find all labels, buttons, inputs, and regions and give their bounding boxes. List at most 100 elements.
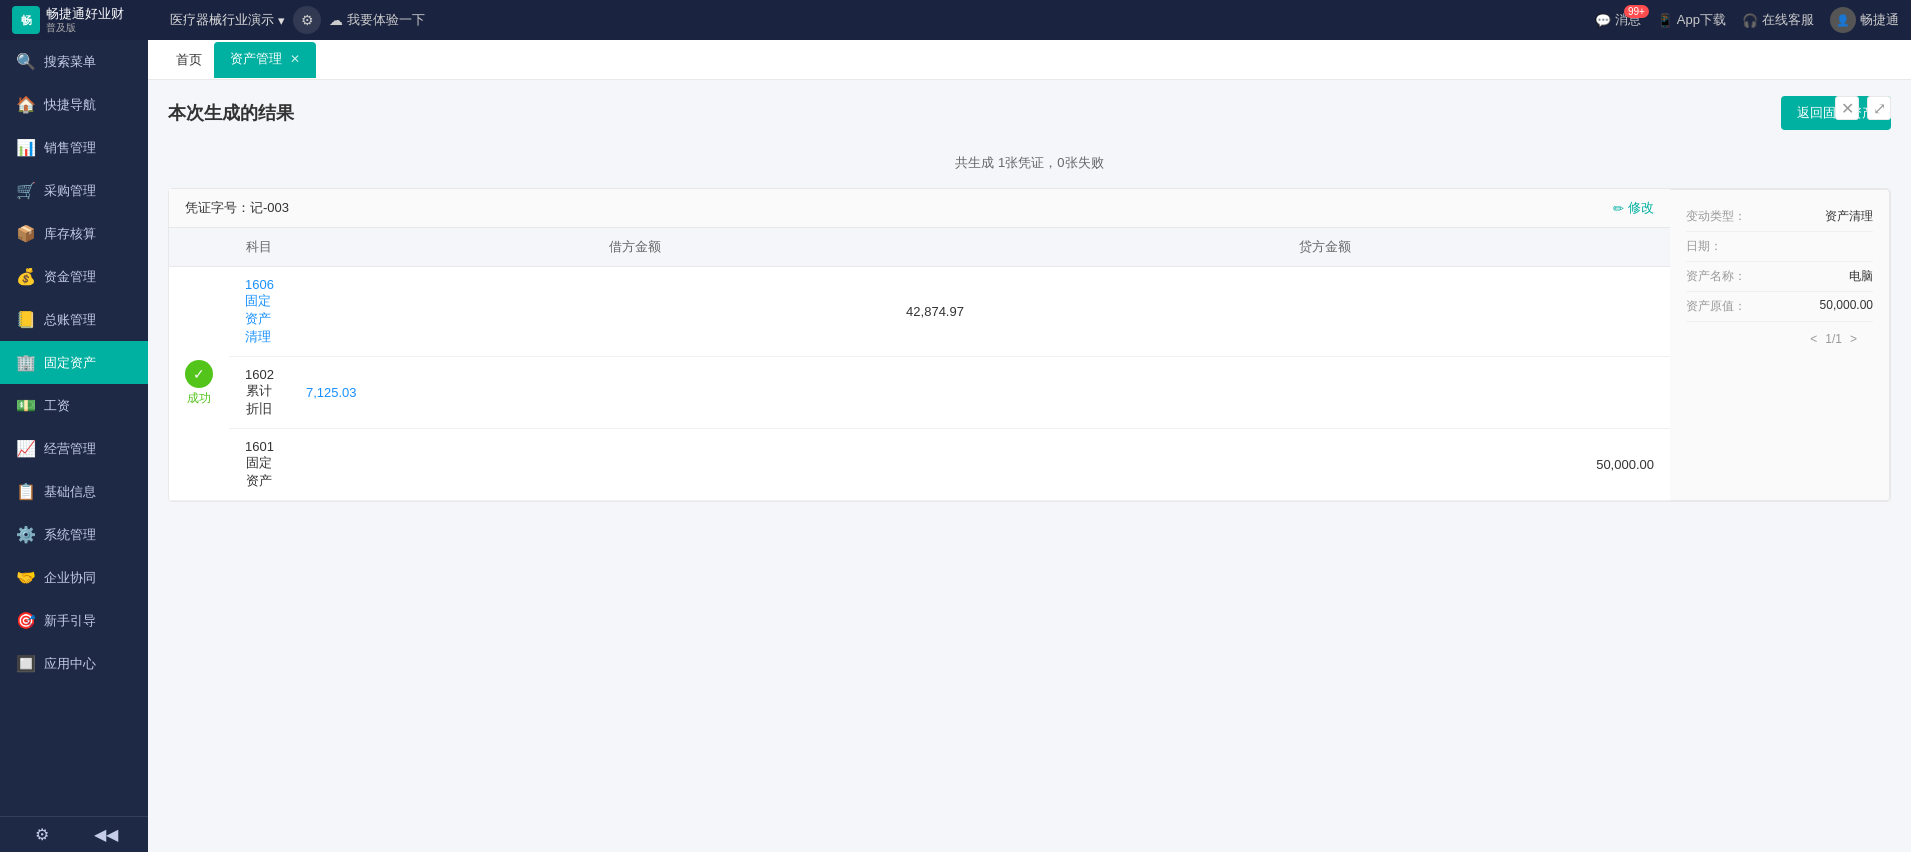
pagination-info: 1/1 xyxy=(1825,332,1842,346)
app-center-icon: 🔲 xyxy=(16,654,36,673)
info-row-type: 变动类型： 资产清理 xyxy=(1686,202,1873,232)
sidebar-item-system[interactable]: ⚙️ 系统管理 xyxy=(0,513,148,556)
debit-cell: 7,125.03 xyxy=(290,357,980,429)
close-panel-button[interactable]: ✕ xyxy=(1835,96,1859,120)
purchase-icon: 🛒 xyxy=(16,181,36,200)
table-row: 1602 累计折旧 7,125.03 xyxy=(169,357,1670,429)
subject-cell: 1602 累计折旧 xyxy=(229,357,290,429)
info-row-date: 日期： xyxy=(1686,232,1873,262)
sidebar: 🔍 搜索菜单 🏠 快捷导航 📊 销售管理 🛒 采购管理 📦 库存核算 💰 xyxy=(0,40,148,852)
sidebar-bottom: ⚙ ◀◀ xyxy=(0,816,148,852)
logo-text: 畅捷通好业财 普及版 xyxy=(46,6,124,34)
chevron-down-icon: ▾ xyxy=(278,13,285,28)
sidebar-item-app-center[interactable]: 🔲 应用中心 xyxy=(0,642,148,685)
basic-info-icon: 📋 xyxy=(16,482,36,501)
logo-main: 畅捷通好业财 xyxy=(46,6,124,22)
credit-cell: 50,000.00 xyxy=(980,429,1670,501)
online-service-button[interactable]: 🎧 在线客服 xyxy=(1742,11,1814,29)
app-logo: 畅 畅捷通好业财 普及版 xyxy=(12,6,160,34)
tab-asset-mgmt[interactable]: 资产管理 ✕ xyxy=(214,42,316,78)
sidebar-item-inventory[interactable]: 📦 库存核算 xyxy=(0,212,148,255)
search-icon: 🔍 xyxy=(16,52,36,71)
content-area: 首页 资产管理 ✕ 本次生成的结果 返回固定资产 共生成 1张凭证，0张失败 凭… xyxy=(148,40,1911,852)
sidebar-settings-button[interactable]: ⚙ xyxy=(14,825,70,844)
logo-icon: 畅 xyxy=(12,6,40,34)
enterprise-icon: 🤝 xyxy=(16,568,36,587)
voucher-table: 科目 借方金额 贷方金额 ✓ 成功 1606 固定资 xyxy=(169,228,1670,501)
info-label-original-value: 资产原值： xyxy=(1686,298,1746,315)
edit-button[interactable]: ✏ 修改 xyxy=(1613,199,1654,217)
pagination-prev[interactable]: < xyxy=(1810,332,1817,346)
sales-icon: 📊 xyxy=(16,138,36,157)
tab-close-icon[interactable]: ✕ xyxy=(290,52,300,66)
tab-bar: 首页 资产管理 ✕ xyxy=(148,40,1911,80)
message-icon: 💬 xyxy=(1595,13,1611,28)
info-label-asset-name: 资产名称： xyxy=(1686,268,1746,285)
experience-button[interactable]: ☁ 我要体验一下 xyxy=(329,11,425,29)
download-icon: 📱 xyxy=(1657,13,1673,28)
sidebar-item-salary[interactable]: 💵 工资 xyxy=(0,384,148,427)
subject-cell: 1606 固定资产清理 xyxy=(229,267,290,357)
sidebar-item-guide[interactable]: 🎯 新手引导 xyxy=(0,599,148,642)
tab-home[interactable]: 首页 xyxy=(164,43,214,77)
debit-cell: 42,874.97 xyxy=(290,267,980,357)
sidebar-item-label: 应用中心 xyxy=(44,655,96,673)
result-container: 凭证字号：记-003 ✏ 修改 科目 借方金额 贷方金额 xyxy=(168,188,1891,502)
info-panel: 变动类型： 资产清理 日期： 资产名称： 电脑 资产原值： 50,000.00 xyxy=(1670,189,1890,501)
panel-controls: ✕ ⤢ xyxy=(1835,96,1891,120)
pagination: < 1/1 > xyxy=(1686,322,1873,356)
sidebar-collapse-button[interactable]: ◀◀ xyxy=(78,825,134,844)
cloud-icon: ☁ xyxy=(329,12,343,28)
header-right: 💬 消息 99+ 📱 App下载 🎧 在线客服 👤 畅捷通 xyxy=(1595,7,1899,33)
info-label-date: 日期： xyxy=(1686,238,1722,255)
sidebar-item-operations[interactable]: 📈 经营管理 xyxy=(0,427,148,470)
sidebar-item-label: 销售管理 xyxy=(44,139,96,157)
sidebar-item-sales[interactable]: 📊 销售管理 xyxy=(0,126,148,169)
sidebar-item-enterprise[interactable]: 🤝 企业协同 xyxy=(0,556,148,599)
sidebar-item-label: 库存核算 xyxy=(44,225,96,243)
page-title-bar: 本次生成的结果 返回固定资产 xyxy=(168,96,1891,130)
user-menu[interactable]: 👤 畅捷通 xyxy=(1830,7,1899,33)
subject-cell: 1601 固定资产 xyxy=(229,429,290,501)
sidebar-item-finance[interactable]: 💰 资金管理 xyxy=(0,255,148,298)
sidebar-item-search[interactable]: 🔍 搜索菜单 xyxy=(0,40,148,83)
sidebar-item-label: 快捷导航 xyxy=(44,96,96,114)
table-row: 1601 固定资产 50,000.00 xyxy=(169,429,1670,501)
home-icon: 🏠 xyxy=(16,95,36,114)
voucher-section: 凭证字号：记-003 ✏ 修改 科目 借方金额 贷方金额 xyxy=(169,189,1670,501)
sidebar-item-label: 工资 xyxy=(44,397,70,415)
summary-text: 共生成 1张凭证，0张失败 xyxy=(168,146,1891,188)
pagination-next[interactable]: > xyxy=(1850,332,1857,346)
messages-badge: 99+ xyxy=(1624,5,1649,18)
col-credit: 贷方金额 xyxy=(980,228,1670,267)
expand-panel-button[interactable]: ⤢ xyxy=(1867,96,1891,120)
salary-icon: 💵 xyxy=(16,396,36,415)
info-value-type: 资产清理 xyxy=(1825,208,1873,225)
credit-cell xyxy=(980,267,1670,357)
sidebar-item-ledger[interactable]: 📒 总账管理 xyxy=(0,298,148,341)
info-label-type: 变动类型： xyxy=(1686,208,1746,225)
main-layout: 🔍 搜索菜单 🏠 快捷导航 📊 销售管理 🛒 采购管理 📦 库存核算 💰 xyxy=(0,40,1911,852)
col-status xyxy=(169,228,229,267)
messages-button[interactable]: 💬 消息 99+ xyxy=(1595,11,1641,29)
operations-icon: 📈 xyxy=(16,439,36,458)
sidebar-item-label: 资金管理 xyxy=(44,268,96,286)
edit-icon: ✏ xyxy=(1613,201,1624,216)
sidebar-item-fixed-assets[interactable]: 🏢 固定资产 xyxy=(0,341,148,384)
sidebar-item-label: 经营管理 xyxy=(44,440,96,458)
sidebar-item-quick-nav[interactable]: 🏠 快捷导航 xyxy=(0,83,148,126)
sidebar-item-label: 新手引导 xyxy=(44,612,96,630)
top-header: 畅 畅捷通好业财 普及版 医疗器械行业演示 ▾ ⚙ ☁ 我要体验一下 💬 消息 … xyxy=(0,0,1911,40)
logo-sub: 普及版 xyxy=(46,22,124,34)
sidebar-item-basic-info[interactable]: 📋 基础信息 xyxy=(0,470,148,513)
company-selector[interactable]: 医疗器械行业演示 ▾ xyxy=(170,11,285,29)
app-download-button[interactable]: 📱 App下载 xyxy=(1657,11,1726,29)
col-debit: 借方金额 xyxy=(290,228,980,267)
sidebar-item-label: 基础信息 xyxy=(44,483,96,501)
settings-icon[interactable]: ⚙ xyxy=(293,6,321,34)
finance-icon: 💰 xyxy=(16,267,36,286)
info-row-asset-name: 资产名称： 电脑 xyxy=(1686,262,1873,292)
sidebar-item-label: 搜索菜单 xyxy=(44,53,96,71)
sidebar-item-purchase[interactable]: 🛒 采购管理 xyxy=(0,169,148,212)
sidebar-item-label: 采购管理 xyxy=(44,182,96,200)
